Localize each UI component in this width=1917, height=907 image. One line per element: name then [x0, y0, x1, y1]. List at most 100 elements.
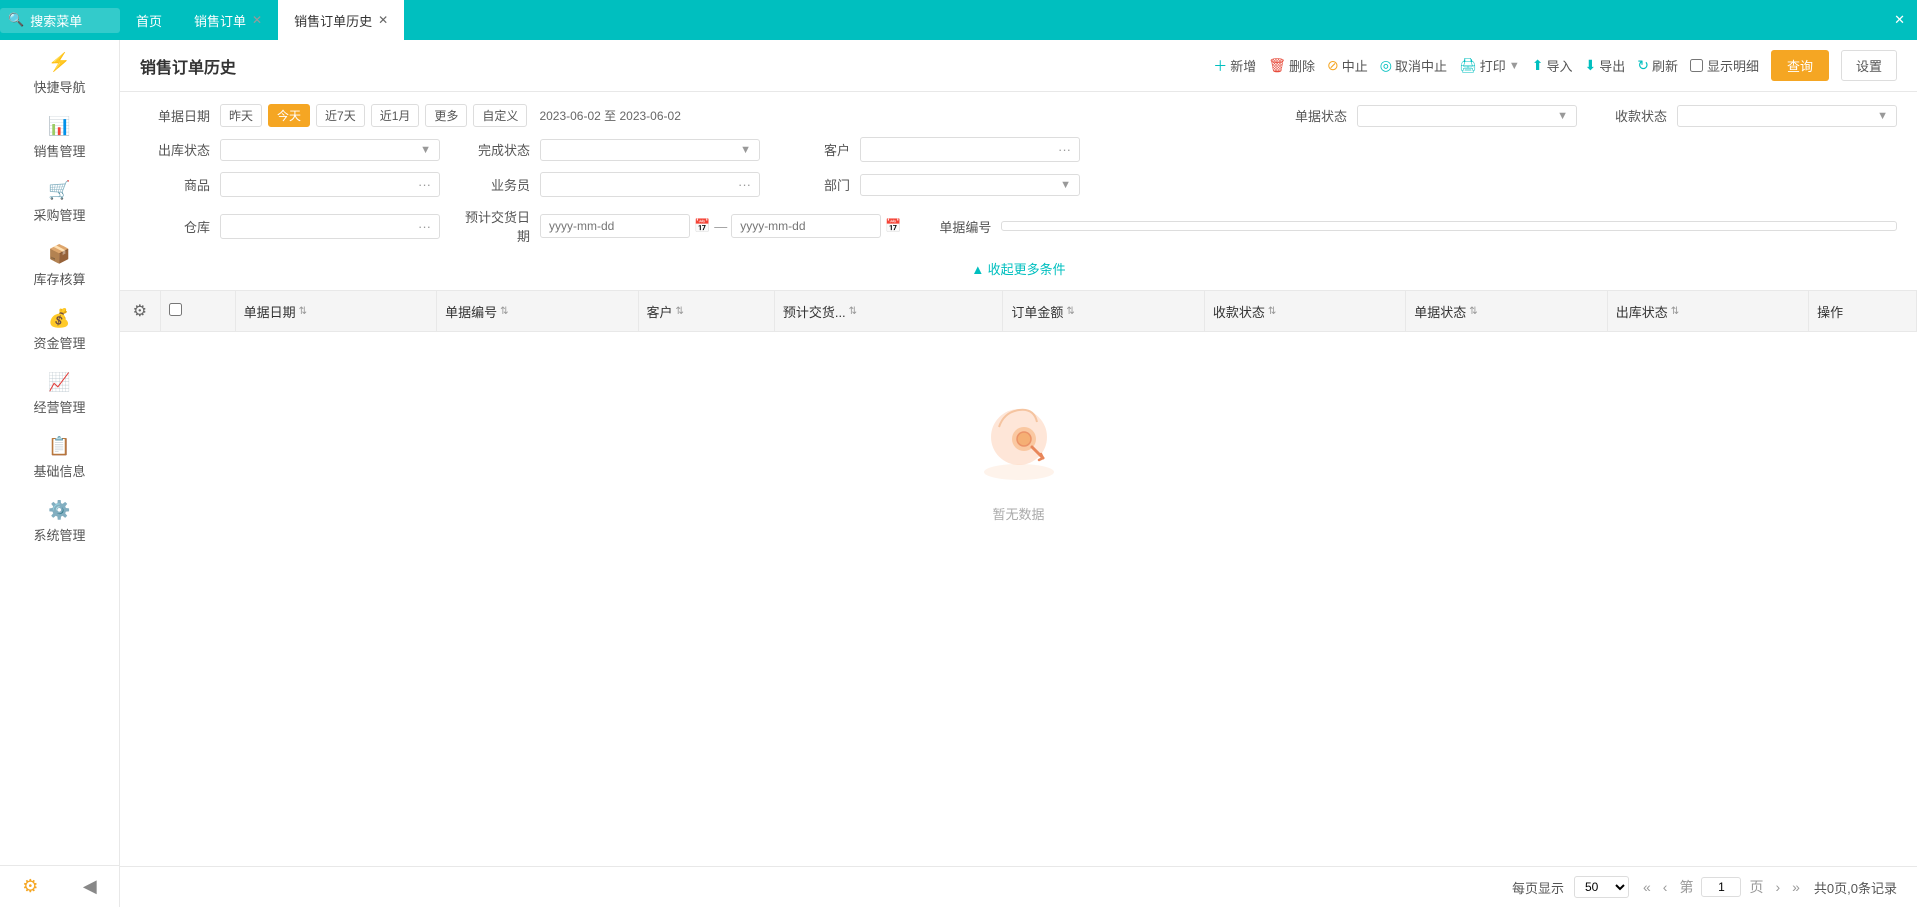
bill-status-select[interactable]: ▼: [1357, 105, 1577, 127]
print-icon: 🖨: [1459, 57, 1477, 74]
date-btn-7days[interactable]: 近7天: [316, 104, 365, 127]
last-page-btn[interactable]: »: [1788, 877, 1804, 897]
sidebar-item-system[interactable]: ⚙️ 系统管理: [0, 488, 119, 552]
sidebar-item-operations[interactable]: 📈 经营管理: [0, 360, 119, 424]
th-payment-status-label: 收款状态: [1213, 302, 1265, 321]
delivery-date-label: 预计交货日期: [460, 207, 540, 245]
import-button[interactable]: ⬆ 导入: [1532, 56, 1573, 75]
date-btn-custom[interactable]: 自定义: [473, 104, 527, 127]
finance-icon: 💰: [48, 308, 70, 329]
sidebar-bottom: ⚙ ◀: [0, 865, 119, 907]
setting-button[interactable]: 设置: [1841, 50, 1897, 81]
page-header: 销售订单历史 ＋ 新增 🗑 删除 ⊘ 中止 ◎ 取消中止: [120, 40, 1917, 92]
payment-status-arrow: ▼: [1877, 110, 1888, 122]
sidebar-collapse-icon[interactable]: ◀: [83, 876, 97, 897]
page-input[interactable]: [1701, 877, 1741, 897]
topbar-close-icon[interactable]: ✕: [1894, 12, 1905, 28]
th-action: 操作: [1809, 291, 1917, 332]
tab-home[interactable]: 首页: [120, 0, 178, 40]
th-bill-date[interactable]: 单据日期 ⇅: [235, 291, 436, 332]
salesperson-input[interactable]: ···: [540, 172, 760, 197]
filter-row-4: 仓库 ··· 预计交货日期 📅 — 📅 单据编号: [140, 207, 1897, 245]
delivery-start-input[interactable]: [540, 214, 690, 238]
sidebar-item-finance[interactable]: 💰 资金管理: [0, 296, 119, 360]
show-detail-checkbox[interactable]: 显示明细: [1690, 56, 1759, 75]
refresh-label: 刷新: [1652, 56, 1678, 75]
next-page-btn[interactable]: ›: [1771, 877, 1784, 897]
query-button[interactable]: 查询: [1771, 50, 1829, 81]
page-size-label: 每页显示: [1512, 878, 1564, 897]
customer-input[interactable]: ···: [860, 137, 1080, 162]
th-stock-status-label: 出库状态: [1616, 302, 1668, 321]
warehouse-ellipsis: ···: [418, 219, 431, 234]
purchase-icon: 🛒: [48, 180, 70, 201]
add-button[interactable]: ＋ 新增: [1213, 56, 1256, 76]
table-header-row: ⚙ 单据日期 ⇅ 单据编号: [120, 291, 1917, 332]
date-btn-yesterday[interactable]: 昨天: [220, 104, 262, 127]
complete-status-label: 完成状态: [460, 140, 540, 159]
stock-status-select[interactable]: ▼: [220, 139, 440, 161]
first-page-btn[interactable]: «: [1639, 877, 1655, 897]
export-button[interactable]: ⬇ 导出: [1584, 56, 1625, 75]
date-separator: —: [714, 219, 727, 234]
sidebar-item-purchase[interactable]: 🛒 采购管理: [0, 168, 119, 232]
dept-select[interactable]: ▼: [860, 174, 1080, 196]
select-all-checkbox[interactable]: [169, 303, 182, 316]
stop-label: 中止: [1342, 56, 1368, 75]
search-bar[interactable]: 🔍 搜索菜单: [0, 8, 120, 33]
sidebar-item-basic-label: 基础信息: [33, 461, 85, 480]
sidebar-item-quicknav[interactable]: ⚡ 快捷导航: [0, 40, 119, 104]
th-delivery-date[interactable]: 预计交货... ⇅: [774, 291, 1003, 332]
tab-sales-order-history-close[interactable]: ✕: [378, 13, 388, 27]
table-container: ⚙ 单据日期 ⇅ 单据编号: [120, 291, 1917, 866]
empty-illustration: [969, 392, 1069, 492]
product-input[interactable]: ···: [220, 172, 440, 197]
sidebar-settings-icon[interactable]: ⚙: [22, 876, 38, 897]
quicknav-icon: ⚡: [48, 52, 70, 73]
th-stock-status[interactable]: 出库状态 ⇅: [1607, 291, 1808, 332]
sidebar-item-purchase-label: 采购管理: [33, 205, 85, 224]
cancel-stop-button[interactable]: ◎ 取消中止: [1380, 56, 1447, 75]
empty-area: 暂无数据: [120, 332, 1917, 583]
search-placeholder: 搜索菜单: [30, 11, 82, 30]
sidebar-item-operations-label: 经营管理: [33, 397, 85, 416]
stop-button[interactable]: ⊘ 中止: [1327, 56, 1368, 75]
th-bill-number[interactable]: 单据编号 ⇅: [437, 291, 638, 332]
th-payment-status[interactable]: 收款状态 ⇅: [1204, 291, 1405, 332]
filter-row-3: 商品 ··· 业务员 ··· 部门 ▼: [140, 172, 1897, 197]
payment-status-select[interactable]: ▼: [1677, 105, 1897, 127]
table-settings-icon[interactable]: ⚙: [133, 303, 147, 320]
warehouse-input[interactable]: ···: [220, 214, 440, 239]
delivery-end-input[interactable]: [731, 214, 881, 238]
date-btn-more[interactable]: 更多: [425, 104, 467, 127]
sidebar-item-basic[interactable]: 📋 基础信息: [0, 424, 119, 488]
tab-sales-order-history-label: 销售订单历史: [294, 11, 372, 30]
date-btn-today[interactable]: 今天: [268, 104, 310, 127]
th-order-amount[interactable]: 订单金额 ⇅: [1003, 291, 1204, 332]
delete-button[interactable]: 🗑 删除: [1268, 56, 1315, 75]
tab-sales-order[interactable]: 销售订单 ✕: [178, 0, 278, 40]
date-btn-1month[interactable]: 近1月: [371, 104, 420, 127]
dept-arrow: ▼: [1060, 179, 1071, 191]
prev-page-btn[interactable]: ‹: [1659, 877, 1672, 897]
th-payment-status-sort: ⇅: [1268, 306, 1276, 317]
show-detail-input[interactable]: [1690, 59, 1703, 72]
print-arrow: ▼: [1509, 60, 1520, 72]
page-size-select[interactable]: 50 10 20 100: [1574, 876, 1629, 898]
th-customer[interactable]: 客户 ⇅: [638, 291, 774, 332]
collapse-row[interactable]: ▲ 收起更多条件: [140, 255, 1897, 278]
refresh-button[interactable]: ↻ 刷新: [1637, 56, 1678, 75]
bill-number-input[interactable]: [1001, 221, 1897, 231]
calendar-start-icon[interactable]: 📅: [694, 218, 710, 234]
print-button[interactable]: 🖨 打印 ▼: [1459, 56, 1520, 75]
complete-status-select[interactable]: ▼: [540, 139, 760, 161]
th-bill-status[interactable]: 单据状态 ⇅: [1406, 291, 1607, 332]
sidebar-item-sales[interactable]: 📊 销售管理: [0, 104, 119, 168]
tab-sales-order-history[interactable]: 销售订单历史 ✕: [278, 0, 404, 40]
tab-sales-order-label: 销售订单: [194, 11, 246, 30]
tab-sales-order-close[interactable]: ✕: [252, 13, 262, 27]
page-label-pre: 第: [1675, 875, 1697, 899]
sidebar-item-inventory[interactable]: 📦 库存核算: [0, 232, 119, 296]
bill-number-label: 单据编号: [921, 217, 1001, 236]
calendar-end-icon[interactable]: 📅: [885, 218, 901, 234]
